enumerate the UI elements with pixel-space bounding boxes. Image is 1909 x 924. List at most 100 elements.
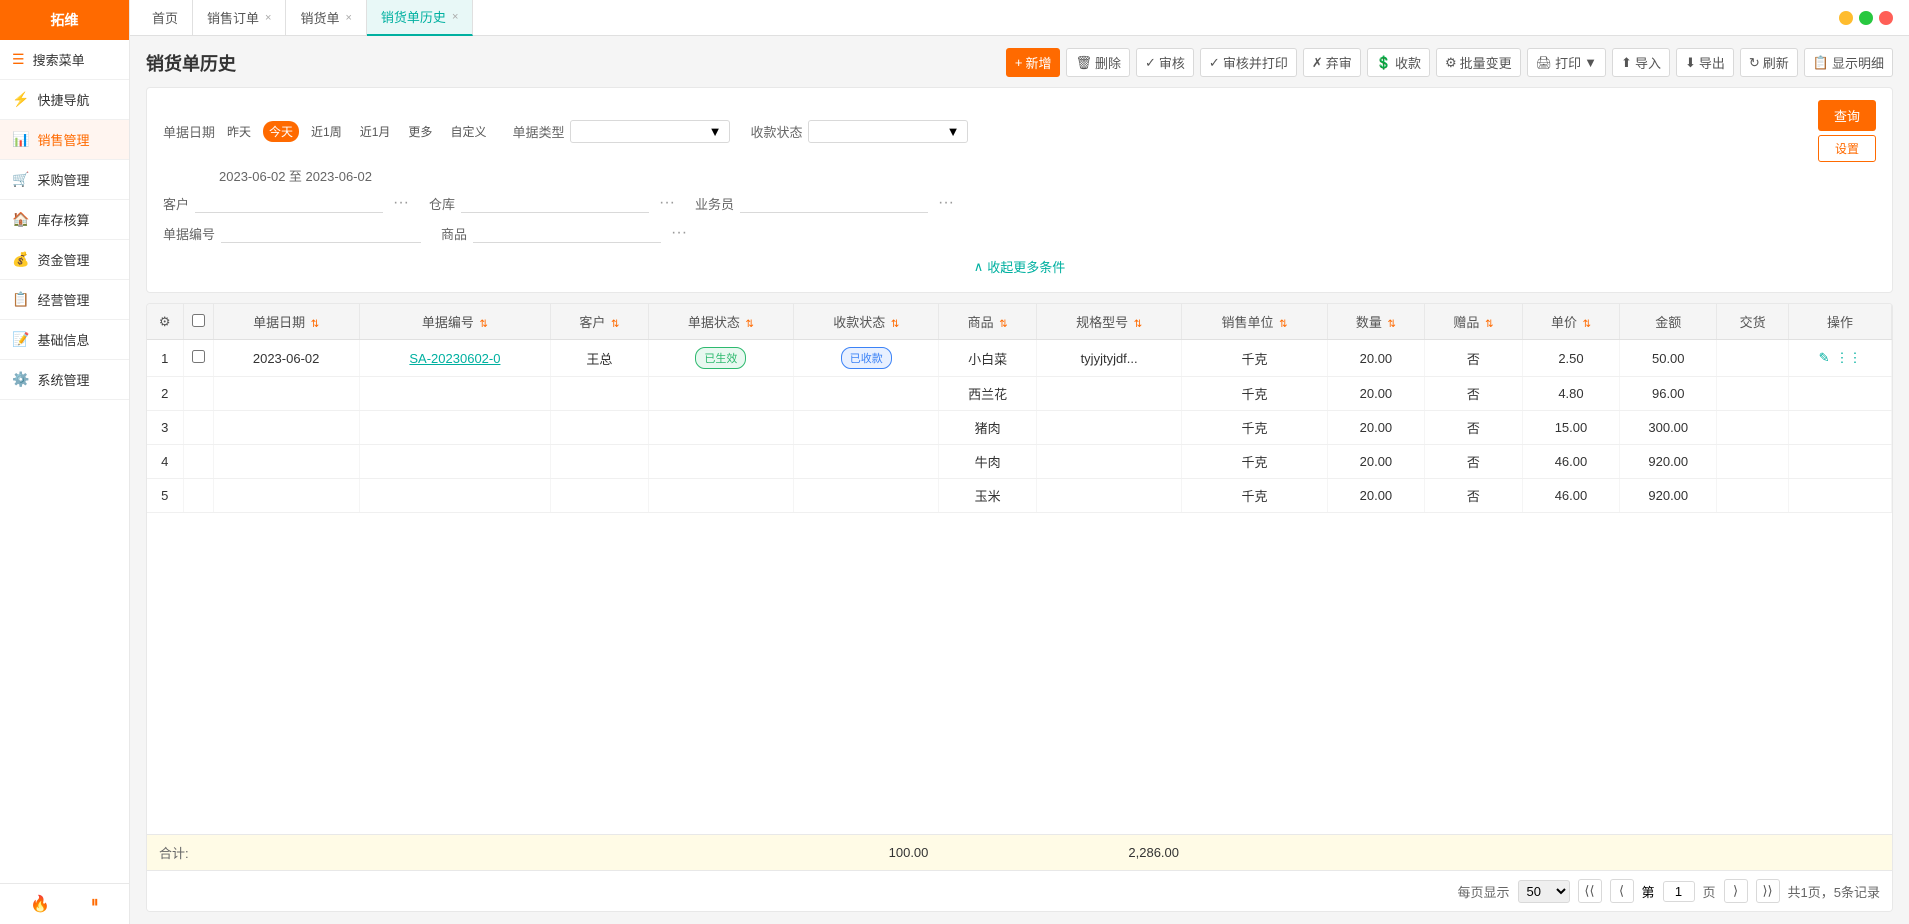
pause-icon[interactable]: ⏸ (91, 894, 99, 914)
col-spec[interactable]: 规格型号 ⇅ (1036, 304, 1181, 340)
print-button[interactable]: 🖨 打印 ▼ (1527, 48, 1606, 77)
col-actions: 操作 (1789, 304, 1892, 340)
customer-input[interactable] (195, 193, 383, 213)
row-payment-status (794, 479, 939, 513)
page-last-button[interactable]: ⟩⟩ (1756, 879, 1780, 903)
add-button[interactable]: + 新增 (1006, 48, 1061, 77)
col-doc-status[interactable]: 单据状态 ⇅ (648, 304, 793, 340)
row-payment-status (794, 411, 939, 445)
filter-row-1: 单据日期 昨天 今天 近1周 近1月 更多 自定义 单据类型 ▼ (163, 100, 1876, 162)
export-icon: ⬇ (1685, 55, 1696, 71)
tab-sales-order-close[interactable]: × (265, 12, 271, 24)
sort-doc-status-icon: ⇅ (745, 319, 753, 330)
col-customer[interactable]: 客户 ⇅ (551, 304, 649, 340)
tab-sales-order[interactable]: 销售订单 × (193, 0, 286, 36)
page-next-button[interactable]: ⟩ (1724, 879, 1748, 903)
sidebar-item-quick-nav[interactable]: ⚡ 快捷导航 (0, 80, 129, 120)
row-checkbox-cell[interactable] (183, 411, 213, 445)
date-7days-btn[interactable]: 近1周 (305, 121, 348, 142)
row-checkbox[interactable] (192, 350, 205, 363)
row-checkbox-cell[interactable] (183, 479, 213, 513)
date-yesterday-btn[interactable]: 昨天 (221, 121, 257, 142)
col-unit[interactable]: 销售单位 ⇅ (1182, 304, 1327, 340)
payment-status-badge: 已收款 (841, 347, 892, 369)
edit-icon[interactable]: ✎ (1819, 350, 1830, 366)
warehouse-dots[interactable]: ··· (659, 194, 675, 212)
more-icon[interactable]: ⋮⋮ (1835, 350, 1861, 366)
doc-no-link[interactable]: SA-20230602-0 (409, 351, 500, 366)
row-gift: 否 (1425, 377, 1523, 411)
show-detail-button[interactable]: 📋 显示明细 (1804, 48, 1893, 77)
sidebar-item-sales-mgmt[interactable]: 📊 销售管理 (0, 120, 129, 160)
sidebar-item-basic-info[interactable]: 📝 基础信息 (0, 320, 129, 360)
window-minimize-button[interactable] (1839, 11, 1853, 25)
goods-dots[interactable]: ··· (671, 224, 687, 242)
sidebar-item-search-menu[interactable]: ☰ 搜索菜单 (0, 40, 129, 80)
select-all-checkbox[interactable] (192, 314, 205, 327)
tab-sales-goods[interactable]: 销货单 × (286, 0, 366, 36)
audit-button[interactable]: ✓ 审核 (1136, 48, 1194, 77)
date-1month-btn[interactable]: 近1月 (354, 121, 397, 142)
col-unit-price[interactable]: 单价 ⇅ (1522, 304, 1620, 340)
row-goods: 西兰花 (939, 377, 1037, 411)
page-prev-button[interactable]: ⟨ (1610, 879, 1634, 903)
sidebar-item-sys-mgmt[interactable]: ⚙️ 系统管理 (0, 360, 129, 400)
payment-status-select[interactable]: ▼ (808, 120, 968, 143)
row-actions-cell (1789, 377, 1892, 411)
goods-input[interactable] (473, 223, 661, 243)
doc-type-select[interactable]: ▼ (570, 120, 730, 143)
col-payment-status[interactable]: 收款状态 ⇅ (794, 304, 939, 340)
window-close-button[interactable] (1879, 11, 1893, 25)
sidebar-logo: 拓维 (0, 0, 129, 40)
audit-print-button[interactable]: ✓ 审核并打印 (1200, 48, 1297, 77)
salesperson-dots[interactable]: ··· (938, 194, 954, 212)
col-settings[interactable]: ⚙ (147, 304, 183, 340)
row-checkbox-cell[interactable] (183, 445, 213, 479)
table-row: 1 2023-06-02 SA-20230602-0 王总 已生效 已收款 小白… (147, 340, 1892, 377)
page-first-button[interactable]: ⟨⟨ (1578, 879, 1602, 903)
date-today-btn[interactable]: 今天 (263, 121, 299, 142)
collapse-button[interactable]: ∧ 收起更多条件 (163, 253, 1876, 280)
row-doc-date: 2023-06-02 (213, 340, 359, 377)
window-maximize-button[interactable] (1859, 11, 1873, 25)
window-controls (1839, 11, 1901, 25)
abandon-button[interactable]: ✗ 弃审 (1303, 48, 1361, 77)
sidebar-item-inventory[interactable]: 🏠 库存核算 (0, 200, 129, 240)
per-page-select[interactable]: 50 100 200 (1518, 880, 1570, 903)
col-goods[interactable]: 商品 ⇅ (939, 304, 1037, 340)
batch-change-button[interactable]: ⚙ 批量变更 (1436, 48, 1521, 77)
col-checkbox[interactable] (183, 304, 213, 340)
warehouse-input[interactable] (461, 193, 649, 213)
tab-sales-goods-close[interactable]: × (345, 12, 351, 24)
export-button[interactable]: ⬇ 导出 (1676, 48, 1734, 77)
sort-qty-icon: ⇅ (1388, 319, 1396, 330)
sidebar-item-finance[interactable]: 💰 资金管理 (0, 240, 129, 280)
col-doc-date[interactable]: 单据日期 ⇅ (213, 304, 359, 340)
row-checkbox-cell[interactable] (183, 377, 213, 411)
col-gift[interactable]: 赠品 ⇅ (1425, 304, 1523, 340)
date-more-btn[interactable]: 更多 (402, 121, 438, 142)
col-qty[interactable]: 数量 ⇅ (1327, 304, 1425, 340)
collect-button[interactable]: 💲 收款 (1367, 48, 1430, 77)
salesperson-input[interactable] (740, 193, 928, 213)
tab-home[interactable]: 首页 (138, 0, 193, 36)
filter-setting-button[interactable]: 设置 (1818, 135, 1876, 162)
row-doc-date (213, 479, 359, 513)
query-button[interactable]: 查询 (1818, 100, 1876, 131)
sidebar-item-operations[interactable]: 📋 经营管理 (0, 280, 129, 320)
tab-sales-history-close[interactable]: × (452, 11, 458, 23)
date-custom-btn[interactable]: 自定义 (444, 121, 492, 142)
customer-dots[interactable]: ··· (393, 194, 409, 212)
sidebar-item-purchase-mgmt[interactable]: 🛒 采购管理 (0, 160, 129, 200)
table-scroll[interactable]: ⚙ 单据日期 ⇅ 单据编号 ⇅ (147, 304, 1892, 834)
col-doc-no[interactable]: 单据编号 ⇅ (359, 304, 550, 340)
refresh-button[interactable]: ↻ 刷新 (1740, 48, 1798, 77)
page-input[interactable] (1663, 881, 1695, 902)
doc-no-input[interactable] (221, 223, 421, 243)
tab-sales-history[interactable]: 销货单历史 × (367, 0, 473, 36)
row-checkbox-cell[interactable] (183, 340, 213, 377)
delete-button[interactable]: 🗑 删除 (1066, 48, 1130, 77)
fire-icon[interactable]: 🔥 (30, 894, 50, 914)
import-button[interactable]: ⬆ 导入 (1612, 48, 1670, 77)
sidebar-item-operations-label: 经营管理 (37, 290, 89, 309)
